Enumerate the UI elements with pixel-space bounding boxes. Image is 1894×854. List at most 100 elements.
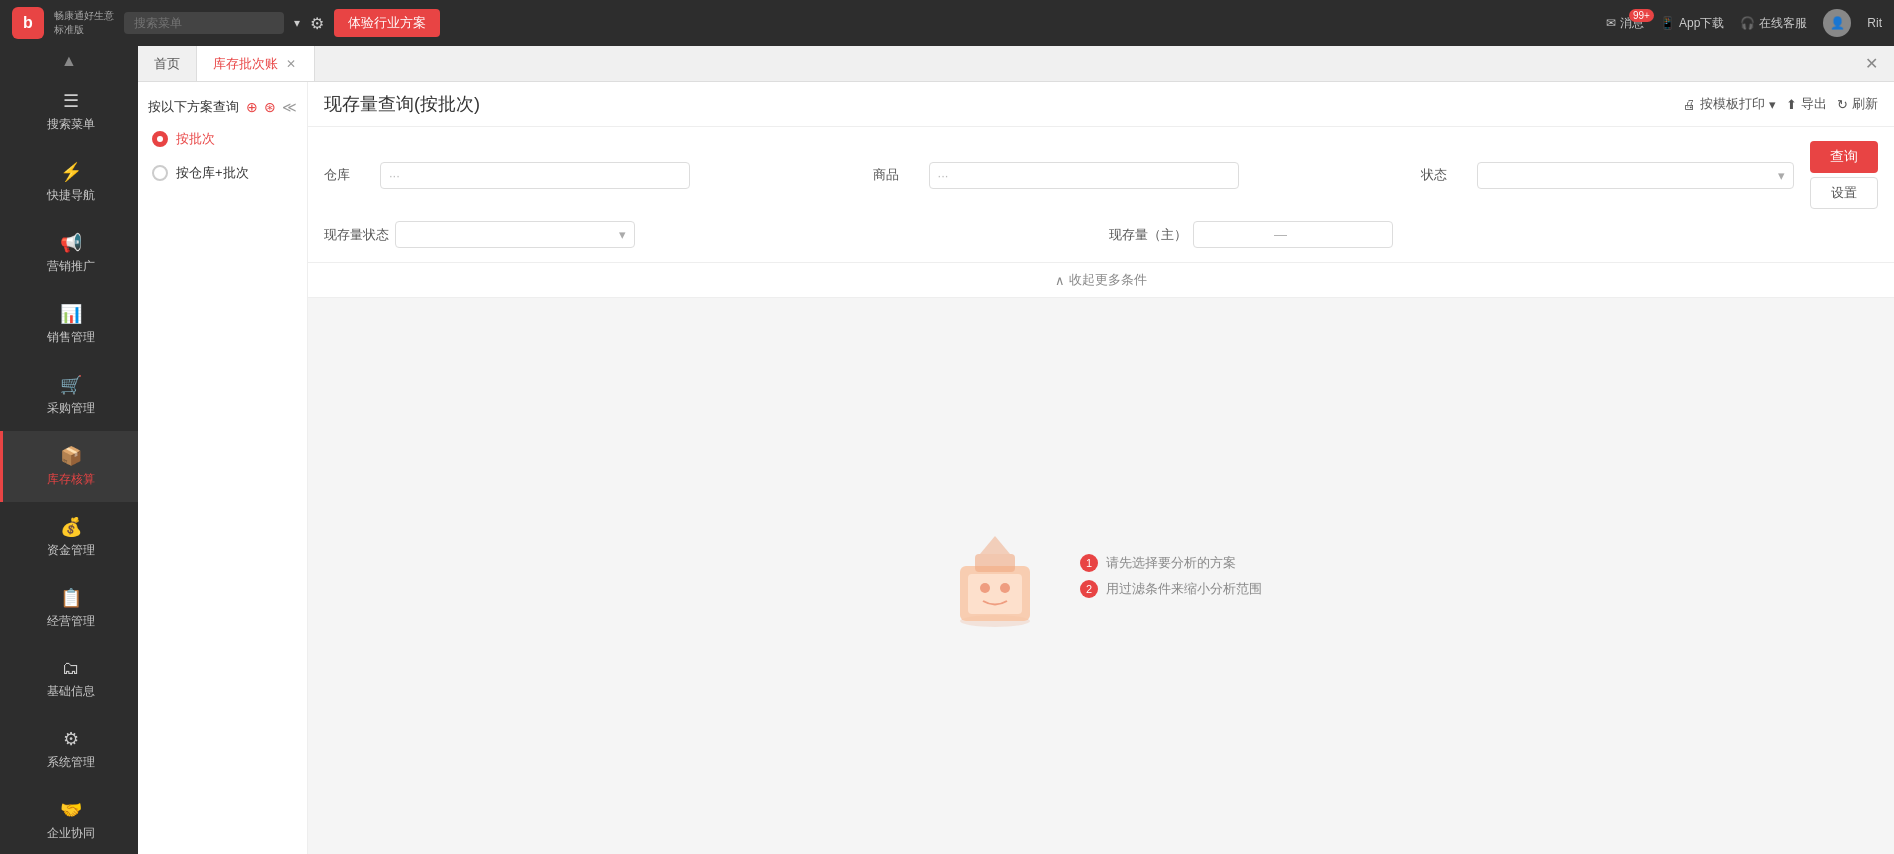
svg-rect-2 xyxy=(968,574,1022,614)
sales-icon: 📊 xyxy=(60,303,82,325)
product-input[interactable]: ··· xyxy=(929,162,1239,189)
sidebar-item-label: 资金管理 xyxy=(47,542,95,559)
app-download-btn[interactable]: 📱 App下载 xyxy=(1660,15,1724,32)
sidebar-item-search-menu[interactable]: ☰ 搜索菜单 xyxy=(0,76,138,147)
sidebar-item-label: 库存核算 xyxy=(47,471,95,488)
svg-marker-6 xyxy=(980,536,1010,554)
sidebar-item-operation[interactable]: 📋 经营管理 xyxy=(0,573,138,644)
hint2-num: 2 xyxy=(1080,580,1098,598)
experience-btn[interactable]: 体验行业方案 xyxy=(334,9,440,37)
svg-point-4 xyxy=(1000,583,1010,593)
brand-info: 畅康通好生意 标准版 xyxy=(54,9,114,37)
sidebar-item-marketing[interactable]: 📢 营销推广 xyxy=(0,218,138,289)
filter-row-2: 现存量状态 ▾ 现存量（主） — xyxy=(324,221,1878,248)
right-main: 现存量查询(按批次) 🖨 按模板打印 ▾ ⬆ 导出 ↻ xyxy=(308,82,1894,854)
enterprise-icon: 🤝 xyxy=(60,799,82,821)
sidebar-item-quick-nav[interactable]: ⚡ 快捷导航 xyxy=(0,147,138,218)
inventory-qty-max[interactable] xyxy=(1287,222,1367,247)
range-separator: — xyxy=(1274,227,1287,242)
inventory-status-field: 现存量状态 ▾ xyxy=(324,221,1093,248)
message-icon: ✉ xyxy=(1606,16,1616,30)
query-btn[interactable]: 查询 xyxy=(1810,141,1878,173)
messages-btn[interactable]: ✉ 消息 99+ xyxy=(1606,15,1644,32)
marketing-icon: 📢 xyxy=(60,232,82,254)
sidebar-item-label: 快捷导航 xyxy=(47,187,95,204)
empty-state: 1 请先选择要分析的方案 2 用过滤条件来缩小分析范围 xyxy=(308,298,1894,854)
filter-by-warehouse-batch[interactable]: 按仓库+批次 xyxy=(138,156,307,190)
sidebar-item-label: 营销推广 xyxy=(47,258,95,275)
status-field: 状态 ▾ xyxy=(1421,162,1794,189)
warehouse-input[interactable]: ··· xyxy=(380,162,690,189)
warehouse-label: 仓库 xyxy=(324,166,374,184)
top-actions: ✉ 消息 99+ 📱 App下载 🎧 在线客服 👤 Rit xyxy=(1606,9,1882,37)
hint-2: 2 用过滤条件来缩小分析范围 xyxy=(1080,580,1262,598)
refresh-btn[interactable]: ↻ 刷新 xyxy=(1837,95,1878,113)
filter-settings-btn[interactable]: 设置 xyxy=(1810,177,1878,209)
sidebar-item-finance[interactable]: 💰 资金管理 xyxy=(0,502,138,573)
left-panel-settings-icon[interactable]: ⊛ xyxy=(264,99,276,115)
export-icon: ⬆ xyxy=(1786,97,1797,112)
filter-by-batch[interactable]: 按批次 xyxy=(138,122,307,156)
filter-area: 仓库 ··· 商品 ··· 状态 xyxy=(308,127,1894,263)
sidebar-item-purchase[interactable]: 🛒 采购管理 xyxy=(0,360,138,431)
tab-batch-account[interactable]: 库存批次账 ✕ xyxy=(197,46,315,81)
page-title: 现存量查询(按批次) xyxy=(324,92,480,116)
warehouse-field: 仓库 ··· xyxy=(324,162,857,189)
inventory-status-input[interactable]: ▾ xyxy=(395,221,635,248)
sidebar-item-system[interactable]: ⚙ 系统管理 xyxy=(0,714,138,785)
sidebar-scroll-up[interactable]: ▲ xyxy=(0,46,138,76)
app-body: ▲ ☰ 搜索菜单 ⚡ 快捷导航 📢 营销推广 📊 销售管理 🛒 采购管理 📦 库… xyxy=(0,46,1894,854)
empty-illustration xyxy=(940,526,1040,626)
right-actions-col: 查询 设置 xyxy=(1810,141,1878,209)
inventory-qty-min[interactable] xyxy=(1194,222,1274,247)
sidebar-item-enterprise[interactable]: 🤝 企业协同 xyxy=(0,785,138,854)
print-icon: 🖨 xyxy=(1683,97,1696,112)
product-label: 商品 xyxy=(873,166,923,184)
operation-icon: 📋 xyxy=(60,587,82,609)
username-label[interactable]: Rit xyxy=(1867,16,1882,30)
warehouse-dots: ··· xyxy=(389,168,400,183)
sidebar-item-label: 搜索菜单 xyxy=(47,116,95,133)
left-panel-collapse-icon[interactable]: ≪ xyxy=(282,99,297,115)
headset-icon: 🎧 xyxy=(1740,16,1755,30)
left-filter-panel: 按以下方案查询 ⊕ ⊛ ≪ 按批次 按仓库+批次 xyxy=(138,82,308,854)
sidebar-item-label: 销售管理 xyxy=(47,329,95,346)
collapse-more-btn[interactable]: ∧ 收起更多条件 xyxy=(308,263,1894,298)
finance-icon: 💰 xyxy=(60,516,82,538)
inv-status-chevron: ▾ xyxy=(619,227,626,242)
hint1-text: 请先选择要分析的方案 xyxy=(1106,554,1236,572)
export-btn[interactable]: ⬆ 导出 xyxy=(1786,95,1827,113)
sidebar: ▲ ☰ 搜索菜单 ⚡ 快捷导航 📢 营销推广 📊 销售管理 🛒 采购管理 📦 库… xyxy=(0,46,138,854)
quick-nav-icon: ⚡ xyxy=(60,161,82,183)
purchase-icon: 🛒 xyxy=(60,374,82,396)
inventory-qty-field: 现存量（主） — xyxy=(1109,221,1878,248)
sidebar-item-inventory[interactable]: 📦 库存核算 xyxy=(0,431,138,502)
app-download-icon: 📱 xyxy=(1660,16,1675,30)
online-service-btn[interactable]: 🎧 在线客服 xyxy=(1740,15,1807,32)
sidebar-item-basic[interactable]: 🗂 基础信息 xyxy=(0,644,138,714)
system-icon: ⚙ xyxy=(63,728,79,750)
left-panel-add-icon[interactable]: ⊕ xyxy=(246,99,258,115)
sidebar-item-label: 采购管理 xyxy=(47,400,95,417)
sidebar-item-label: 系统管理 xyxy=(47,754,95,771)
settings-icon[interactable]: ⚙ xyxy=(310,14,324,33)
inventory-status-label: 现存量状态 xyxy=(324,226,389,244)
sidebar-item-sales[interactable]: 📊 销售管理 xyxy=(0,289,138,360)
print-template-btn[interactable]: 🖨 按模板打印 ▾ xyxy=(1683,95,1776,113)
status-dropdown[interactable]: ▾ xyxy=(1477,162,1794,189)
hint-1: 1 请先选择要分析的方案 xyxy=(1080,554,1262,572)
print-dropdown-icon[interactable]: ▾ xyxy=(1769,97,1776,112)
status-chevron: ▾ xyxy=(1778,168,1785,183)
panel-close-btn[interactable]: ✕ xyxy=(1861,50,1882,77)
refresh-icon: ↻ xyxy=(1837,97,1848,112)
tab-home[interactable]: 首页 xyxy=(138,46,197,81)
tab-close-icon[interactable]: ✕ xyxy=(284,55,298,73)
main-content: 首页 库存批次账 ✕ ✕ 按以下方案查询 ⊕ ⊛ ≪ xyxy=(138,46,1894,854)
avatar[interactable]: 👤 xyxy=(1823,9,1851,37)
inventory-qty-label: 现存量（主） xyxy=(1109,226,1187,244)
search-input[interactable] xyxy=(124,12,284,34)
search-dropdown-icon[interactable]: ▾ xyxy=(294,16,300,30)
search-menu-icon: ☰ xyxy=(63,90,79,112)
sidebar-item-label: 基础信息 xyxy=(47,683,95,700)
filter-row-1: 仓库 ··· 商品 ··· 状态 xyxy=(324,141,1878,209)
